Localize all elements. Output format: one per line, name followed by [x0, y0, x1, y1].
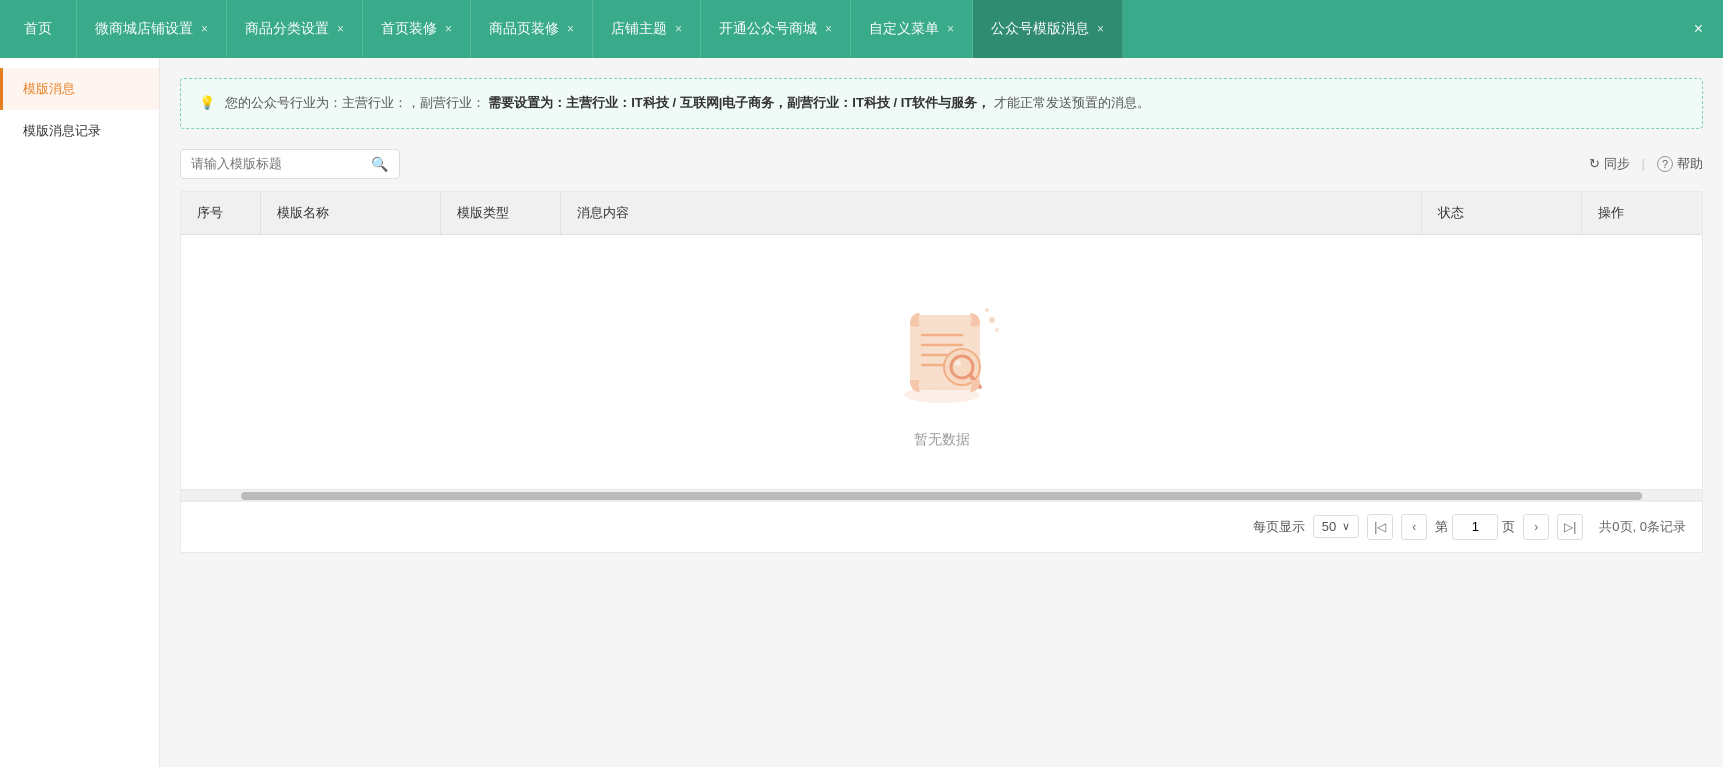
lightbulb-icon: 💡 [199, 95, 215, 110]
notice-highlight: 需要设置为：主营行业：IT科技 / 互联网|电子商务，副营行业：IT科技 / I… [488, 95, 990, 110]
next-page-icon: › [1534, 520, 1538, 534]
sync-button[interactable]: ↻ 同步 [1589, 155, 1630, 173]
page-number-input[interactable] [1452, 514, 1498, 540]
toolbar-divider: | [1642, 156, 1645, 171]
page-suffix-label: 页 [1502, 518, 1515, 536]
search-icon[interactable]: 🔍 [371, 156, 388, 172]
close-tab-custom-menu[interactable]: × [947, 22, 954, 36]
close-tab-productpage[interactable]: × [567, 22, 574, 36]
table-header: 序号 模版名称 模版类型 消息内容 状态 操作 [181, 192, 1702, 235]
tab-productpage[interactable]: 商品页装修 × [471, 0, 593, 58]
close-tab-category[interactable]: × [337, 22, 344, 36]
empty-text: 暂无数据 [914, 431, 970, 449]
toolbar: 🔍 ↻ 同步 | ? 帮助 [180, 149, 1703, 179]
first-page-icon: |◁ [1374, 520, 1386, 534]
tab-home[interactable]: 首页 [0, 0, 77, 58]
tab-theme[interactable]: 店铺主题 × [593, 0, 701, 58]
sidebar-item-template-msg[interactable]: 模版消息 [0, 68, 159, 110]
per-page-label: 每页显示 [1253, 518, 1305, 536]
close-tab-wechat-mall[interactable]: × [825, 22, 832, 36]
tab-template-msg[interactable]: 公众号模版消息 × [973, 0, 1123, 58]
col-status: 状态 [1422, 192, 1582, 234]
tab-category[interactable]: 商品分类设置 × [227, 0, 363, 58]
page-input-box: 第 页 [1435, 514, 1515, 540]
data-table: 序号 模版名称 模版类型 消息内容 状态 操作 [180, 191, 1703, 553]
tab-homepage[interactable]: 首页装修 × [363, 0, 471, 58]
pagination: 每页显示 50 ∨ |◁ ‹ 第 页 › [181, 501, 1702, 552]
content-area: 💡 您的公众号行业为：主营行业：，副营行业： 需要设置为：主营行业：IT科技 /… [160, 58, 1723, 767]
close-tab-template-msg[interactable]: × [1097, 22, 1104, 36]
search-input[interactable] [191, 156, 371, 171]
sidebar: 模版消息 模版消息记录 [0, 58, 160, 767]
page-prefix-label: 第 [1435, 518, 1448, 536]
col-type: 模版类型 [441, 192, 561, 234]
toolbar-right: ↻ 同步 | ? 帮助 [1589, 155, 1703, 173]
chevron-down-icon: ∨ [1342, 520, 1350, 533]
tab-custom-menu[interactable]: 自定义菜单 × [851, 0, 973, 58]
scrollbar-thumb[interactable] [241, 492, 1642, 500]
search-box[interactable]: 🔍 [180, 149, 400, 179]
help-button[interactable]: ? 帮助 [1657, 155, 1703, 173]
notice-suffix: 才能正常发送预置的消息。 [994, 95, 1150, 110]
last-page-icon: ▷| [1564, 520, 1576, 534]
next-page-button[interactable]: › [1523, 514, 1549, 540]
tab-bar: 首页 微商城店铺设置 × 商品分类设置 × 首页装修 × 商品页装修 × 店铺主… [0, 0, 1723, 58]
sidebar-item-template-record[interactable]: 模版消息记录 [0, 110, 159, 152]
col-action: 操作 [1582, 192, 1702, 234]
empty-illustration [882, 295, 1002, 415]
svg-point-8 [955, 360, 961, 366]
page-size-select[interactable]: 50 ∨ [1313, 515, 1359, 538]
notice-prefix: 您的公众号行业为：主营行业：，副营行业： [225, 95, 485, 110]
col-content: 消息内容 [561, 192, 1422, 234]
total-info: 共0页, 0条记录 [1599, 518, 1686, 536]
empty-state: 暂无数据 [181, 235, 1702, 489]
tab-wechat-mall[interactable]: 开通公众号商城 × [701, 0, 851, 58]
svg-point-11 [985, 308, 989, 312]
svg-point-10 [995, 328, 999, 332]
first-page-button[interactable]: |◁ [1367, 514, 1393, 540]
notice-box: 💡 您的公众号行业为：主营行业：，副营行业： 需要设置为：主营行业：IT科技 /… [180, 78, 1703, 129]
svg-point-9 [989, 317, 995, 323]
horizontal-scrollbar[interactable] [181, 489, 1702, 501]
prev-page-button[interactable]: ‹ [1401, 514, 1427, 540]
col-name: 模版名称 [261, 192, 441, 234]
col-seq: 序号 [181, 192, 261, 234]
sync-icon: ↻ [1589, 156, 1600, 171]
prev-page-icon: ‹ [1412, 520, 1416, 534]
main-layout: 模版消息 模版消息记录 💡 您的公众号行业为：主营行业：，副营行业： 需要设置为… [0, 58, 1723, 767]
help-circle-icon: ? [1657, 156, 1673, 172]
close-tab-weishop[interactable]: × [201, 22, 208, 36]
last-page-button[interactable]: ▷| [1557, 514, 1583, 540]
page-size-value: 50 [1322, 519, 1336, 534]
global-close-button[interactable]: × [1674, 0, 1723, 58]
tab-weishop[interactable]: 微商城店铺设置 × [77, 0, 227, 58]
close-tab-theme[interactable]: × [675, 22, 682, 36]
empty-svg [882, 295, 1002, 415]
close-tab-homepage[interactable]: × [445, 22, 452, 36]
